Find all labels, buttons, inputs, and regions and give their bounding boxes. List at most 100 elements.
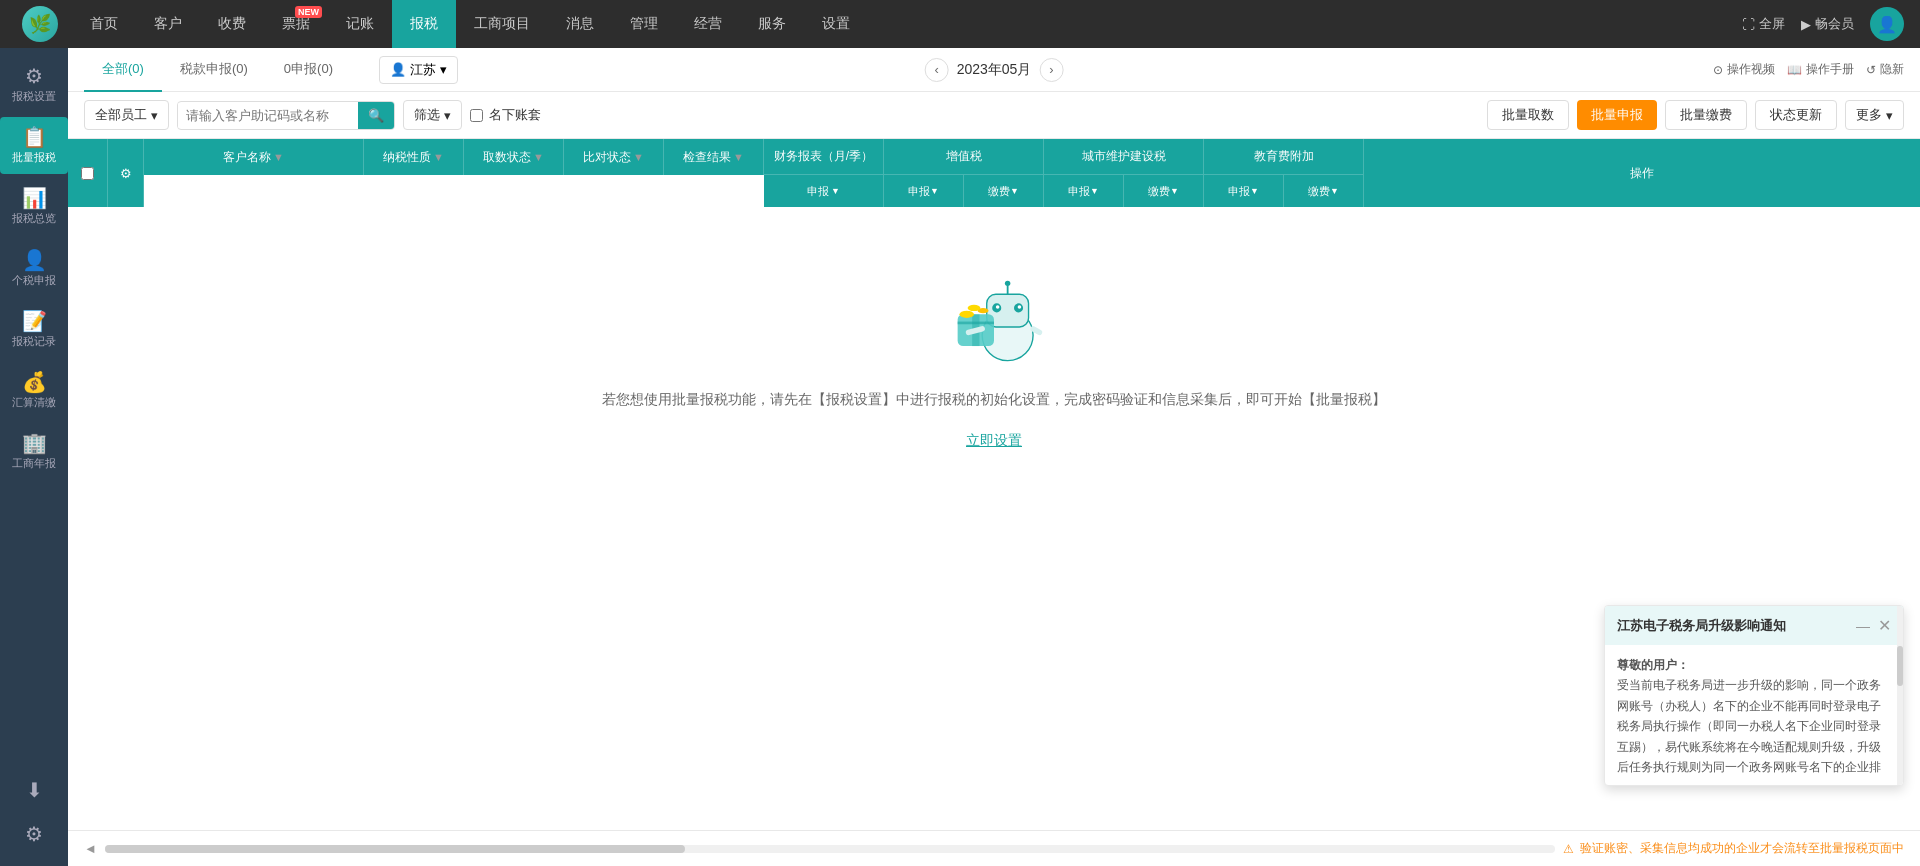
batch-declare-btn[interactable]: 批量申报 — [1577, 100, 1657, 130]
th-vat-declare: 申报 ▼ — [884, 175, 964, 207]
select-all-checkbox[interactable] — [81, 167, 94, 180]
filter-icon[interactable]: ▼ — [733, 151, 744, 163]
tax-settings-icon: ⚙ — [25, 66, 43, 86]
sidebar-item-settings[interactable]: ⚙ — [0, 814, 68, 854]
sidebar-label-annual-report: 工商年报 — [12, 457, 56, 470]
notif-scrollbar-thumb — [1897, 646, 1903, 686]
nav-home[interactable]: 首页 — [72, 0, 136, 48]
tab-all[interactable]: 全部(0) — [84, 48, 162, 92]
warning-icon: ⚠ — [1563, 842, 1574, 856]
setup-link[interactable]: 立即设置 — [966, 432, 1022, 450]
notif-minimize-btn[interactable]: — — [1856, 618, 1870, 634]
employee-select[interactable]: 全部员工 ▾ — [84, 100, 169, 130]
sidebar-item-batch-tax[interactable]: 📋 批量报税 — [0, 117, 68, 174]
nav-business[interactable]: 工商项目 — [456, 0, 548, 48]
settings-icon: ⚙ — [25, 824, 43, 844]
search-button[interactable]: 🔍 — [358, 102, 394, 129]
sidebar-label-settlement: 汇算清缴 — [12, 396, 56, 409]
notif-scrollbar[interactable] — [1897, 606, 1903, 785]
search-input[interactable] — [178, 103, 358, 128]
nav-manage[interactable]: 管理 — [612, 0, 676, 48]
svg-line-14 — [969, 329, 983, 333]
avatar[interactable]: 👤 — [1870, 7, 1904, 41]
chevron-down-icon: ▾ — [444, 108, 451, 123]
sidebar-label-tax-record: 报税记录 — [12, 335, 56, 348]
nav-invoice[interactable]: 票据 NEW — [264, 0, 328, 48]
sidebar-label-tax-settings: 报税设置 — [12, 90, 56, 103]
nav-service[interactable]: 服务 — [740, 0, 804, 48]
th-vat: 增值税 — [884, 139, 1043, 175]
sidebar: ⚙ 报税设置 📋 批量报税 📊 报税总览 👤 个税申报 📝 报税记录 💰 汇算清… — [0, 48, 68, 866]
empty-message: 若您想使用批量报税功能，请先在【报税设置】中进行报税的初始化设置，完成密码验证和… — [602, 387, 1386, 412]
filter-icon[interactable]: ▼ — [533, 151, 544, 163]
video-link[interactable]: ⊙ 操作视频 — [1713, 61, 1775, 78]
sidebar-item-tax-record[interactable]: 📝 报税记录 — [0, 301, 68, 358]
fullscreen-btn[interactable]: ⛶ 全屏 — [1742, 15, 1785, 33]
nav-tax[interactable]: 报税 — [392, 0, 456, 48]
action-bar-right: 批量取数 批量申报 批量缴费 状态更新 更多 ▾ — [1487, 100, 1904, 130]
download-icon: ⬇ — [26, 780, 43, 800]
batch-pay-btn[interactable]: 批量缴费 — [1665, 100, 1747, 130]
logo: 🌿 — [16, 0, 64, 48]
action-bar: 全部员工 ▾ 🔍 筛选 ▾ 名下账套 批量取数 批量申报 批量缴费 状态更新 — [68, 92, 1920, 139]
prev-month-btn[interactable]: ‹ — [925, 58, 949, 82]
tabs-left: 全部(0) 税款申报(0) 0申报(0) 👤 江苏 ▾ — [84, 48, 470, 92]
nav-settings[interactable]: 设置 — [804, 0, 868, 48]
status-update-btn[interactable]: 状态更新 — [1755, 100, 1837, 130]
horizontal-scrollbar[interactable] — [105, 845, 1555, 853]
bottom-bar: ◄ ⚠ 验证账密、采集信息均成功的企业才会流转至批量报税页面中 — [68, 830, 1920, 866]
nav-items: 首页 客户 收费 票据 NEW 记账 报税 工商项目 消息 管理 经营 服务 设… — [72, 0, 1742, 48]
notif-body: 尊敬的用户： 受当前电子税务局进一步升级的影响，同一个政务网账号（办税人）名下的… — [1605, 645, 1903, 785]
sidebar-label-personal-tax: 个税申报 — [12, 274, 56, 287]
sidebar-item-tax-overview[interactable]: 📊 报税总览 — [0, 178, 68, 235]
nav-operate[interactable]: 经营 — [676, 0, 740, 48]
scroll-left-arrow[interactable]: ◄ — [84, 841, 97, 856]
nav-message[interactable]: 消息 — [548, 0, 612, 48]
filter-icon[interactable]: ▼ — [633, 151, 644, 163]
personal-tax-icon: 👤 — [22, 250, 47, 270]
batch-fetch-btn[interactable]: 批量取数 — [1487, 100, 1569, 130]
nav-client[interactable]: 客户 — [136, 0, 200, 48]
sub-account-checkbox[interactable]: 名下账套 — [470, 106, 541, 124]
th-fin-report: 财务报表（月/季） — [764, 139, 883, 175]
sidebar-bottom: ⬇ ⚙ — [0, 770, 68, 866]
th-tax-type: 纳税性质 ▼ — [364, 139, 464, 175]
th-edu-declare: 申报 ▼ — [1204, 175, 1284, 207]
sidebar-item-annual-report[interactable]: 🏢 工商年报 — [0, 423, 68, 480]
refresh-link[interactable]: ↺ 隐新 — [1866, 61, 1904, 78]
tab-zero-declare[interactable]: 0申报(0) — [266, 48, 351, 92]
sidebar-item-settlement[interactable]: 💰 汇算清缴 — [0, 362, 68, 419]
nav-bookkeeping[interactable]: 记账 — [328, 0, 392, 48]
sidebar-item-tax-settings[interactable]: ⚙ 报税设置 — [0, 56, 68, 113]
notif-close-btn[interactable]: ✕ — [1878, 616, 1891, 635]
batch-tax-icon: 📋 — [22, 127, 47, 147]
member-btn[interactable]: ▶ 畅会员 — [1801, 15, 1854, 33]
filter-icon[interactable]: ▼ — [433, 151, 444, 163]
person-icon: 👤 — [390, 62, 406, 77]
settings-gear-icon[interactable]: ⚙ — [120, 166, 132, 181]
next-month-btn[interactable]: › — [1039, 58, 1063, 82]
filter-icon[interactable]: ▼ — [273, 151, 284, 163]
svg-point-7 — [1005, 281, 1010, 286]
manual-link[interactable]: 📖 操作手册 — [1787, 61, 1854, 78]
notif-greeting: 尊敬的用户： — [1617, 655, 1891, 675]
svg-point-5 — [1018, 305, 1022, 309]
th-fetch-state: 取数状态 ▼ — [464, 139, 564, 175]
th-urban-declare: 申报 ▼ — [1044, 175, 1124, 207]
th-edu: 教育费附加 — [1204, 139, 1363, 175]
th-compare-state: 比对状态 ▼ — [564, 139, 664, 175]
tab-tax-declare[interactable]: 税款申报(0) — [162, 48, 266, 92]
current-month: 2023年05月 — [957, 61, 1032, 79]
th-ops: 操作 — [1364, 139, 1920, 207]
notification-panel: 江苏电子税务局升级影响通知 — ✕ 尊敬的用户： 受当前电子税务局进一步升级的影… — [1604, 605, 1904, 786]
nav-fee[interactable]: 收费 — [200, 0, 264, 48]
sidebar-item-personal-tax[interactable]: 👤 个税申报 — [0, 240, 68, 297]
month-nav: ‹ 2023年05月 › — [925, 58, 1064, 82]
province-selector[interactable]: 👤 江苏 ▾ — [379, 56, 458, 84]
chevron-down-icon: ▾ — [1886, 108, 1893, 123]
sidebar-label-tax-overview: 报税总览 — [12, 212, 56, 225]
sidebar-item-download[interactable]: ⬇ — [0, 770, 68, 810]
annual-report-icon: 🏢 — [22, 433, 47, 453]
more-btn[interactable]: 更多 ▾ — [1845, 100, 1904, 130]
filter-button[interactable]: 筛选 ▾ — [403, 100, 462, 130]
